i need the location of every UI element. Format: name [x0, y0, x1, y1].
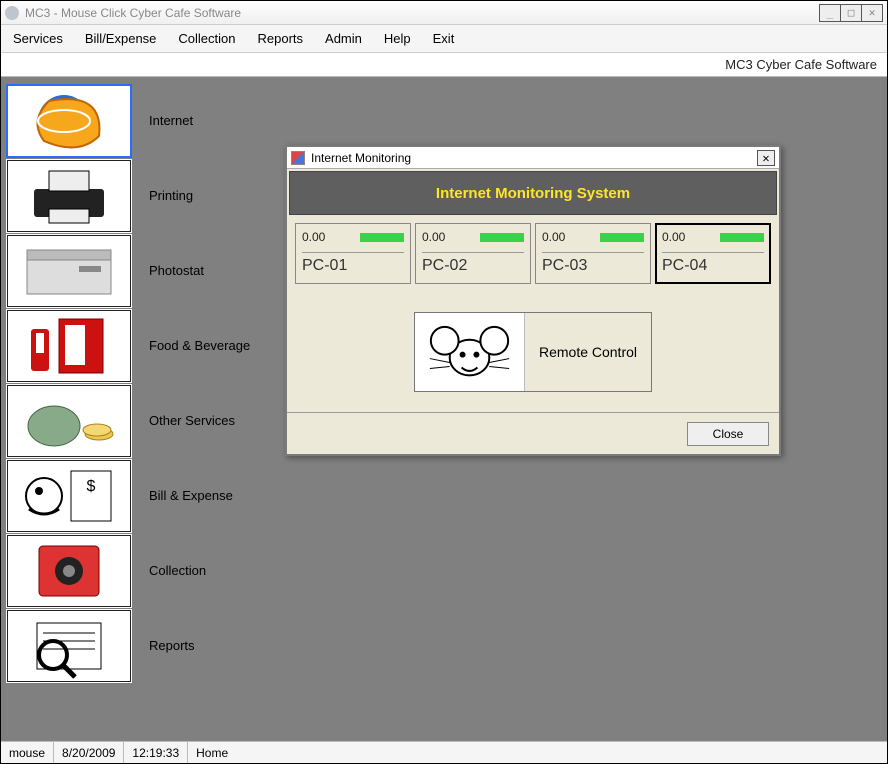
sidebar-item-label: Food & Beverage	[149, 338, 250, 353]
form-icon	[291, 151, 305, 165]
pc-value: 0.00	[302, 230, 325, 244]
vending-icon	[7, 310, 131, 382]
printer-icon	[7, 160, 131, 232]
menu-bill-expense[interactable]: Bill/Expense	[85, 31, 157, 46]
sidebar-item-printing[interactable]: Printing	[7, 158, 259, 233]
pc-value: 0.00	[542, 230, 565, 244]
pc-card-04[interactable]: 0.00 PC-04	[655, 223, 771, 284]
sidebar-item-reports[interactable]: Reports	[7, 608, 259, 683]
sidebar-item-label: Other Services	[149, 413, 235, 428]
divider	[542, 252, 644, 253]
divider	[662, 252, 764, 253]
dialog-close-button[interactable]: ✕	[757, 150, 775, 166]
workspace: Internet Printing Photostat Food & Bever…	[1, 77, 887, 741]
pc-name: PC-02	[422, 257, 524, 275]
sidebar-item-label: Collection	[149, 563, 206, 578]
brand-text: MC3 Cyber Cafe Software	[725, 57, 877, 72]
status-date: 8/20/2009	[54, 742, 124, 763]
sidebar-item-label: Photostat	[149, 263, 204, 278]
status-time: 12:19:33	[124, 742, 188, 763]
internet-monitoring-dialog: Internet Monitoring ✕ Internet Monitorin…	[285, 145, 781, 456]
divider	[422, 252, 524, 253]
app-icon	[5, 6, 19, 20]
pc-value: 0.00	[662, 230, 685, 244]
pc-status-bar	[600, 233, 644, 242]
brand-bar: MC3 Cyber Cafe Software	[1, 53, 887, 77]
pc-status-bar	[360, 233, 404, 242]
window-controls: _ □ ✕	[820, 4, 883, 22]
sidebar-item-collection[interactable]: Collection	[7, 533, 259, 608]
safe-icon	[7, 535, 131, 607]
menu-admin[interactable]: Admin	[325, 31, 362, 46]
pc-name: PC-03	[542, 257, 644, 275]
dialog-header-text: Internet Monitoring System	[436, 185, 630, 202]
pc-card-01[interactable]: 0.00 PC-01	[295, 223, 411, 284]
dialog-titlebar[interactable]: Internet Monitoring ✕	[287, 147, 779, 169]
menu-collection[interactable]: Collection	[178, 31, 235, 46]
dialog-header: Internet Monitoring System	[289, 171, 777, 215]
statusbar: mouse 8/20/2009 12:19:33 Home	[1, 741, 887, 763]
minimize-button[interactable]: _	[819, 4, 841, 22]
remote-control-label: Remote Control	[525, 344, 651, 360]
dialog-footer: Close	[287, 412, 779, 454]
svg-text:$: $	[87, 478, 96, 495]
status-user: mouse	[1, 742, 54, 763]
pc-status-bar	[720, 233, 764, 242]
status-page: Home	[188, 742, 887, 763]
dialog-title: Internet Monitoring	[311, 151, 411, 165]
pc-name: PC-01	[302, 257, 404, 275]
pc-row: 0.00 PC-01 0.00 PC-02 0.00	[295, 223, 771, 284]
copier-icon	[7, 235, 131, 307]
window-title: MC3 - Mouse Click Cyber Cafe Software	[25, 6, 241, 20]
menu-reports[interactable]: Reports	[258, 31, 304, 46]
sidebar-item-bill-expense[interactable]: $ Bill & Expense	[7, 458, 259, 533]
close-button[interactable]: ✕	[861, 4, 883, 22]
mouse-cartoon-icon	[415, 313, 525, 391]
sidebar-item-food-beverage[interactable]: Food & Beverage	[7, 308, 259, 383]
remote-control-button[interactable]: Remote Control	[414, 312, 652, 392]
menubar: Services Bill/Expense Collection Reports…	[1, 25, 887, 53]
menu-services[interactable]: Services	[13, 31, 63, 46]
pc-name: PC-04	[662, 257, 764, 275]
maximize-button[interactable]: □	[840, 4, 862, 22]
sidebar-item-label: Bill & Expense	[149, 488, 233, 503]
menu-exit[interactable]: Exit	[433, 31, 455, 46]
sidebar: Internet Printing Photostat Food & Bever…	[7, 83, 259, 683]
bill-icon: $	[7, 460, 131, 532]
sidebar-item-label: Printing	[149, 188, 193, 203]
menu-help[interactable]: Help	[384, 31, 411, 46]
pc-card-02[interactable]: 0.00 PC-02	[415, 223, 531, 284]
divider	[302, 252, 404, 253]
pc-card-03[interactable]: 0.00 PC-03	[535, 223, 651, 284]
money-icon	[7, 385, 131, 457]
close-button[interactable]: Close	[687, 422, 769, 446]
sidebar-item-label: Reports	[149, 638, 195, 653]
globe-ie-icon	[7, 85, 131, 157]
sidebar-item-label: Internet	[149, 113, 193, 128]
sidebar-item-photostat[interactable]: Photostat	[7, 233, 259, 308]
pc-value: 0.00	[422, 230, 445, 244]
pc-status-bar	[480, 233, 524, 242]
sidebar-item-internet[interactable]: Internet	[7, 83, 259, 158]
sidebar-item-other-services[interactable]: Other Services	[7, 383, 259, 458]
report-icon	[7, 610, 131, 682]
titlebar: MC3 - Mouse Click Cyber Cafe Software _ …	[1, 1, 887, 25]
